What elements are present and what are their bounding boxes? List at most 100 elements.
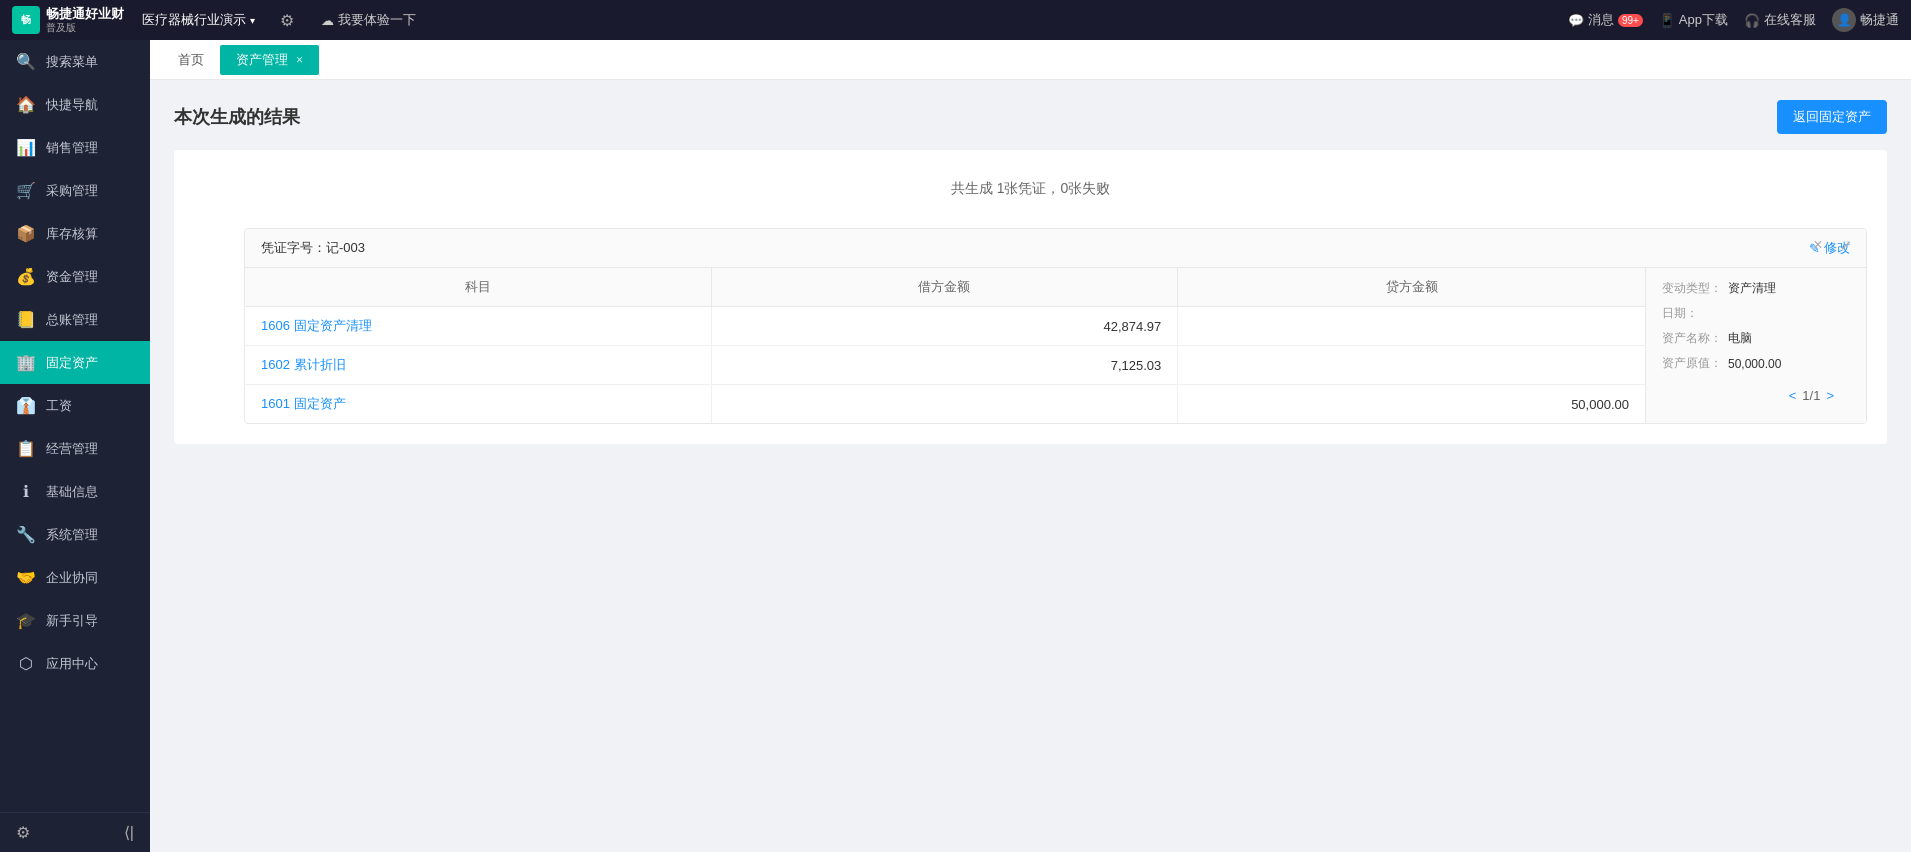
tabs-bar: 首页 资产管理 × xyxy=(150,40,1911,80)
voucher-body: 科目 借方金额 贷方金额 xyxy=(245,268,1866,423)
sidebar-item-finance[interactable]: 💰 资金管理 xyxy=(0,255,150,298)
header-left: 畅 畅捷通好业财 普及版 医疗器械行业演示 ▾ ⚙ ☁ 我要体验一下 xyxy=(12,6,428,34)
sidebar-settings-button[interactable]: ⚙ xyxy=(16,823,30,842)
sidebar-icon-operations: 📋 xyxy=(16,439,36,458)
sidebar-item-operations[interactable]: 📋 经营管理 xyxy=(0,427,150,470)
close-panel-button[interactable]: × xyxy=(1806,233,1830,257)
sidebar-item-ledger[interactable]: 📒 总账管理 xyxy=(0,298,150,341)
sidebar-icon-purchase: 🛒 xyxy=(16,181,36,200)
result-panel: 共生成 1张凭证，0张失败 × ⤢ 凭证字号：记-003 ✎ 修改 xyxy=(174,150,1887,444)
date-row: 日期： xyxy=(1662,305,1850,322)
sidebar-label-basic-info: 基础信息 xyxy=(46,483,98,501)
prev-page-button[interactable]: < xyxy=(1789,388,1797,403)
company-selector[interactable]: 医疗器械行业演示 ▾ xyxy=(132,6,265,34)
app-logo-icon: 畅 xyxy=(12,6,40,34)
username-label: 畅捷通 xyxy=(1860,11,1899,29)
table-row: 1602 累计折旧 7,125.03 xyxy=(245,346,1645,385)
tab-asset-management[interactable]: 资产管理 × xyxy=(220,45,319,75)
voucher-side-info: 变动类型： 资产清理 日期： 资产名称： 电脑 xyxy=(1646,268,1866,423)
sidebar-item-app-center[interactable]: ⬡ 应用中心 xyxy=(0,642,150,685)
voucher-header: 凭证字号：记-003 ✎ 修改 xyxy=(245,229,1866,268)
voucher-table: 科目 借方金额 贷方金额 xyxy=(245,268,1646,423)
sidebar-label-fixed-assets: 固定资产 xyxy=(46,354,98,372)
sidebar-icon-payroll: 👔 xyxy=(16,396,36,415)
sidebar-icon-quick-nav: 🏠 xyxy=(16,95,36,114)
sidebar-item-fixed-assets[interactable]: 🏢 固定资产 xyxy=(0,341,150,384)
online-service-label: 在线客服 xyxy=(1764,11,1816,29)
sidebar-item-search[interactable]: 🔍 搜索菜单 xyxy=(0,40,150,83)
app-subtitle: 普及版 xyxy=(46,22,124,34)
credit-cell-3: 50,000.00 xyxy=(1178,385,1645,423)
subject-cell-1[interactable]: 1606 固定资产清理 xyxy=(245,307,712,345)
page-header: 本次生成的结果 返回固定资产 xyxy=(174,100,1887,134)
sidebar-scroll: 🔍 搜索菜单 🏠 快捷导航 📊 销售管理 🛒 采购管理 📦 库存核算 💰 资金管… xyxy=(0,40,150,812)
sidebar-item-inventory[interactable]: 📦 库存核算 xyxy=(0,212,150,255)
service-icon: 🎧 xyxy=(1744,13,1760,28)
sidebar-item-system[interactable]: 🔧 系统管理 xyxy=(0,513,150,556)
asset-value-row: 资产原值： 50,000.00 xyxy=(1662,355,1850,372)
sidebar-icon-app-center: ⬡ xyxy=(16,654,36,673)
sidebar-item-sales[interactable]: 📊 销售管理 xyxy=(0,126,150,169)
table-row: ✓ 成功 1606 固定资产清理 42,874.97 xyxy=(245,307,1645,346)
sidebar-label-search: 搜索菜单 xyxy=(46,53,98,71)
app-download-label: App下载 xyxy=(1679,11,1728,29)
sidebar-icon-ledger: 📒 xyxy=(16,310,36,329)
result-summary: 共生成 1张凭证，0张失败 xyxy=(194,170,1867,208)
expand-panel-button[interactable]: ⤢ xyxy=(1834,233,1858,257)
tab-home[interactable]: 首页 xyxy=(166,45,216,75)
change-type-row: 变动类型： 资产清理 xyxy=(1662,280,1850,297)
asset-name-label: 资产名称： xyxy=(1662,330,1722,347)
sidebar-item-payroll[interactable]: 👔 工资 xyxy=(0,384,150,427)
sidebar-label-ledger: 总账管理 xyxy=(46,311,98,329)
online-service-action[interactable]: 🎧 在线客服 xyxy=(1744,11,1816,29)
voucher-pagination: < 1/1 > xyxy=(1662,380,1850,411)
gear-icon: ⚙ xyxy=(280,11,294,30)
sidebar-label-enterprise: 企业协同 xyxy=(46,569,98,587)
sidebar-icon-enterprise: 🤝 xyxy=(16,568,36,587)
sidebar-item-enterprise[interactable]: 🤝 企业协同 xyxy=(0,556,150,599)
messages-action[interactable]: 💬 消息 99+ xyxy=(1568,11,1643,29)
sidebar: 🔍 搜索菜单 🏠 快捷导航 📊 销售管理 🛒 采购管理 📦 库存核算 💰 资金管… xyxy=(0,40,150,852)
sidebar-label-purchase: 采购管理 xyxy=(46,182,98,200)
top-header: 畅 畅捷通好业财 普及版 医疗器械行业演示 ▾ ⚙ ☁ 我要体验一下 💬 消息 … xyxy=(0,0,1911,40)
subject-cell-3[interactable]: 1601 固定资产 xyxy=(245,385,712,423)
next-page-button[interactable]: > xyxy=(1826,388,1834,403)
header-right: 💬 消息 99+ 📱 App下载 🎧 在线客服 👤 畅捷通 xyxy=(1568,8,1899,32)
message-label: 消息 xyxy=(1588,11,1614,29)
return-fixed-assets-button[interactable]: 返回固定资产 xyxy=(1777,100,1887,134)
date-label: 日期： xyxy=(1662,305,1698,322)
col-debit: 借方金额 xyxy=(712,268,1179,306)
sidebar-label-inventory: 库存核算 xyxy=(46,225,98,243)
sidebar-item-quick-nav[interactable]: 🏠 快捷导航 xyxy=(0,83,150,126)
subject-cell-2[interactable]: 1602 累计折旧 xyxy=(245,346,712,384)
sidebar-label-finance: 资金管理 xyxy=(46,268,98,286)
settings-button[interactable]: ⚙ xyxy=(273,6,301,34)
sidebar-item-guide[interactable]: 🎓 新手引导 xyxy=(0,599,150,642)
voucher-number: 凭证字号：记-003 xyxy=(261,239,365,257)
app-title: 畅捷通好业财 xyxy=(46,6,124,22)
debit-cell-2: 7,125.03 xyxy=(712,346,1179,384)
voucher-section: × ⤢ 凭证字号：记-003 ✎ 修改 xyxy=(244,228,1867,424)
company-name: 医疗器械行业演示 xyxy=(142,11,246,29)
cloud-icon: ☁ xyxy=(321,13,334,28)
app-title-wrap: 畅捷通好业财 普及版 xyxy=(46,6,124,34)
app-download-action[interactable]: 📱 App下载 xyxy=(1659,11,1728,29)
sidebar-icon-basic-info: ℹ xyxy=(16,482,36,501)
user-area[interactable]: 👤 畅捷通 xyxy=(1832,8,1899,32)
page-title: 本次生成的结果 xyxy=(174,105,300,129)
credit-cell-1 xyxy=(1178,307,1645,345)
sidebar-item-purchase[interactable]: 🛒 采购管理 xyxy=(0,169,150,212)
sidebar-label-guide: 新手引导 xyxy=(46,612,98,630)
experience-button[interactable]: ☁ 我要体验一下 xyxy=(309,7,428,33)
sidebar-label-app-center: 应用中心 xyxy=(46,655,98,673)
change-type-value: 资产清理 xyxy=(1728,280,1776,297)
tab-close-icon[interactable]: × xyxy=(296,53,303,67)
page-info: 1/1 xyxy=(1802,388,1820,403)
sidebar-collapse-button[interactable]: ⟨| xyxy=(124,823,134,842)
sidebar-label-quick-nav: 快捷导航 xyxy=(46,96,98,114)
sidebar-item-basic-info[interactable]: ℹ 基础信息 xyxy=(0,470,150,513)
sidebar-bottom: ⚙ ⟨| xyxy=(0,812,150,852)
experience-label: 我要体验一下 xyxy=(338,11,416,29)
message-icon: 💬 xyxy=(1568,13,1584,28)
main-layout: 🔍 搜索菜单 🏠 快捷导航 📊 销售管理 🛒 采购管理 📦 库存核算 💰 资金管… xyxy=(0,40,1911,852)
